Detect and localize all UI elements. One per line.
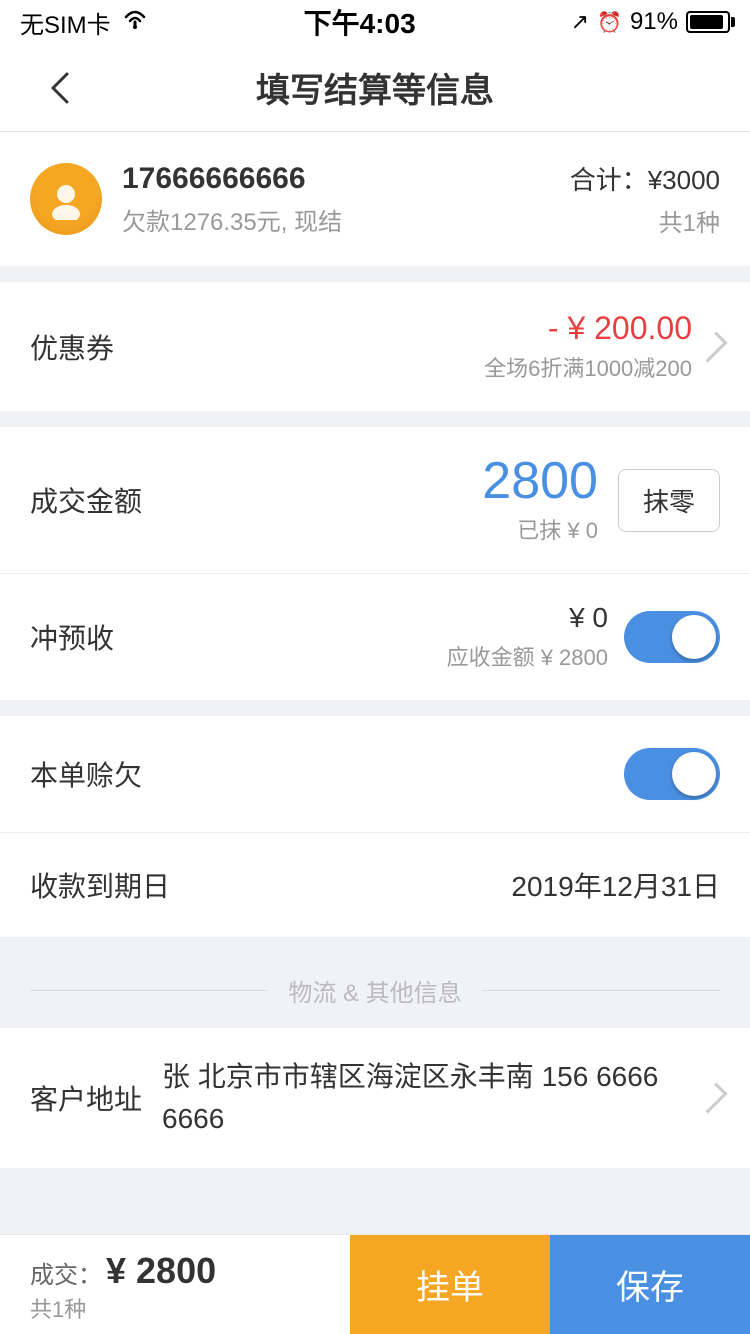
bottom-info: 成交： ¥ 2800 共1种 [0, 1235, 350, 1334]
page-title: 填写结算等信息 [90, 63, 660, 112]
debtor-toggle-knob [672, 752, 716, 796]
coupon-right: - ¥ 200.00 全场6折满1000减200 [484, 310, 720, 383]
status-left: 无SIM卡 [20, 5, 149, 40]
location-icon: ↗ [571, 9, 589, 35]
coupon-label: 优惠券 [30, 327, 114, 367]
divider-line-left [30, 990, 268, 991]
chong-value: ¥ 0 [447, 602, 608, 634]
address-row[interactable]: 客户地址 张 北京市市辖区海淀区永丰南 156 6666 6666 [0, 1028, 750, 1168]
bottom-count: 共1种 [30, 1292, 320, 1324]
no-sim-label: 无SIM卡 [20, 5, 111, 40]
amount-value: 2800 [482, 455, 598, 507]
round-button[interactable]: 抹零 [618, 469, 720, 532]
status-right: ↗ ⏰ 91% [571, 8, 730, 36]
bottom-bar: 成交： ¥ 2800 共1种 挂单 保存 [0, 1234, 750, 1334]
customer-debt: 欠款1276.35元, 现结 [122, 202, 342, 237]
address-chevron-icon [696, 1082, 727, 1113]
divider-line-right [482, 990, 720, 991]
bottom-amount: ¥ 2800 [106, 1250, 216, 1292]
alarm-icon: ⏰ [597, 10, 622, 35]
debtor-label: 本单赊欠 [30, 754, 142, 794]
status-time: 下午4:03 [304, 2, 416, 42]
chong-row: 冲预收 ¥ 0 应收金额 ¥ 2800 [0, 574, 750, 700]
debtor-section: 本单赊欠 收款到期日 2019年12月31日 [0, 716, 750, 937]
chong-label: 冲预收 [30, 617, 114, 657]
debtor-row: 本单赊欠 [0, 716, 750, 833]
wifi-icon [121, 8, 149, 37]
chong-toggle[interactable] [624, 611, 720, 663]
logistics-label: 物流 & 其他信息 [288, 973, 461, 1008]
customer-right: 合计：¥3000 共1种 [570, 160, 720, 238]
debtor-toggle[interactable] [624, 748, 720, 800]
amount-sub: 已抹 ¥ 0 [482, 513, 598, 545]
bottom-deal-row: 成交： ¥ 2800 [30, 1246, 320, 1292]
amount-value-group: 2800 已抹 ¥ 0 [482, 455, 598, 545]
customer-left: 17666666666 欠款1276.35元, 现结 [30, 162, 342, 237]
hang-button[interactable]: 挂单 [350, 1235, 550, 1334]
address-right [704, 1084, 720, 1112]
chevron-right-icon [696, 331, 727, 362]
date-value: 2019年12月31日 [511, 865, 720, 905]
save-button[interactable]: 保存 [550, 1235, 750, 1334]
chong-amounts: ¥ 0 应收金额 ¥ 2800 [447, 602, 608, 672]
customer-section: 17666666666 欠款1276.35元, 现结 合计：¥3000 共1种 [0, 132, 750, 266]
coupon-info: - ¥ 200.00 全场6折满1000减200 [484, 310, 692, 383]
status-bar: 无SIM卡 下午4:03 ↗ ⏰ 91% [0, 0, 750, 44]
date-label: 收款到期日 [30, 865, 170, 905]
address-section[interactable]: 客户地址 张 北京市市辖区海淀区永丰南 156 6666 6666 [0, 1028, 750, 1168]
coupon-amount: - ¥ 200.00 [484, 310, 692, 347]
logistics-divider: 物流 & 其他信息 [0, 953, 750, 1028]
toggle-knob [672, 615, 716, 659]
total-label: 合计：¥3000 [570, 160, 720, 197]
date-row: 收款到期日 2019年12月31日 [0, 833, 750, 937]
nav-bar: 填写结算等信息 [0, 44, 750, 132]
bottom-deal-label: 成交： [30, 1255, 102, 1290]
deal-amount-row: 成交金额 2800 已抹 ¥ 0 抹零 [0, 427, 750, 574]
customer-info: 17666666666 欠款1276.35元, 现结 [122, 162, 342, 237]
back-button[interactable] [30, 58, 90, 118]
battery-percent: 91% [630, 8, 678, 36]
deal-amount-label: 成交金额 [30, 480, 142, 520]
battery-icon [686, 11, 730, 33]
address-value: 张 北京市市辖区海淀区永丰南 156 6666 6666 [162, 1056, 692, 1140]
coupon-desc: 全场6折满1000减200 [484, 351, 692, 383]
total-count: 共1种 [570, 203, 720, 238]
customer-phone: 17666666666 [122, 162, 342, 196]
chong-desc: 应收金额 ¥ 2800 [447, 640, 608, 672]
chong-right: ¥ 0 应收金额 ¥ 2800 [447, 602, 720, 672]
coupon-row[interactable]: 优惠券 - ¥ 200.00 全场6折满1000减200 [0, 282, 750, 411]
amount-right: 2800 已抹 ¥ 0 抹零 [482, 455, 720, 545]
amount-section: 成交金额 2800 已抹 ¥ 0 抹零 冲预收 ¥ 0 应收金额 ¥ 2800 [0, 427, 750, 700]
avatar [30, 163, 102, 235]
address-label: 客户地址 [30, 1078, 142, 1118]
